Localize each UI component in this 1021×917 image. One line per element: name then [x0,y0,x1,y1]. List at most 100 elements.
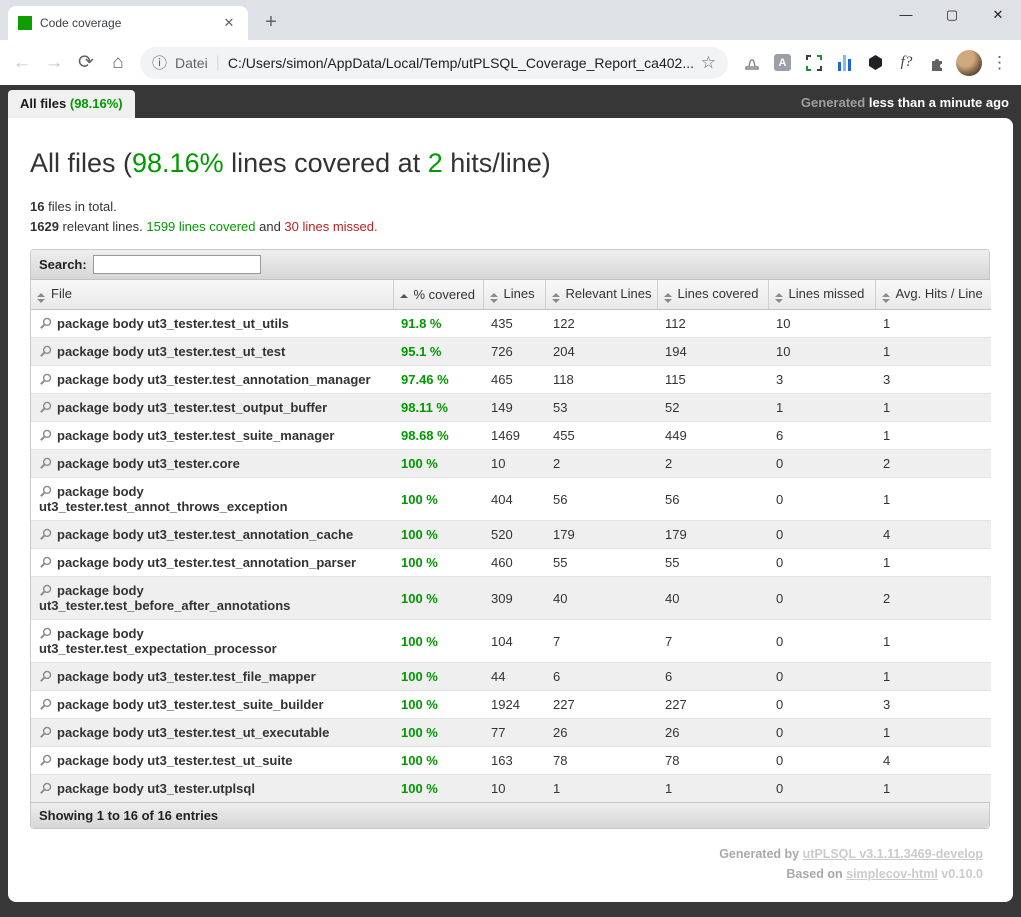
report-card: All files (98.16% lines covered at 2 hit… [8,118,1013,902]
file-link[interactable]: package body ut3_tester.test_ut_utils [31,310,393,338]
file-link[interactable]: package body ut3_tester.test_ut_suite [31,747,393,775]
file-link[interactable]: package body ut3_tester.test_before_afte… [31,577,393,620]
refresh-icon[interactable]: ⟳ [72,49,100,77]
files-total-line: 16 files in total. [30,197,991,217]
numeric-cell: 179 [657,521,768,549]
generated-timestamp: Generated less than a minute ago [801,95,1021,118]
column-header--covered[interactable]: % covered [393,280,483,310]
numeric-cell: 56 [657,478,768,521]
stamp-extension-icon[interactable] [738,49,765,76]
percent-covered-cell: 98.11 % [393,394,483,422]
coverage-table-body: package body ut3_tester.test_ut_utils 91.… [31,310,991,803]
column-header-lines-covered[interactable]: Lines covered [657,280,768,310]
file-link[interactable]: package body ut3_tester.test_ut_executab… [31,719,393,747]
file-link[interactable]: package body ut3_tester.test_expectation… [31,620,393,663]
forward-icon[interactable]: → [40,49,68,77]
numeric-cell: 3 [768,366,875,394]
file-link[interactable]: package body ut3_tester.test_output_buff… [31,394,393,422]
table-row: package body ut3_tester.test_annotation_… [31,366,991,394]
all-files-tab-percent: (98.16%) [70,96,123,111]
profile-avatar[interactable] [955,49,982,76]
percent-covered-cell: 100 % [393,719,483,747]
numeric-cell: 40 [657,577,768,620]
sort-both-icon [775,293,783,303]
coverage-table: File% coveredLinesRelevant LinesLines co… [31,280,991,802]
window-controls: — ▢ ✕ [883,0,1021,30]
numeric-cell: 0 [768,747,875,775]
file-link[interactable]: package body ut3_tester.test_suite_build… [31,691,393,719]
file-link[interactable]: package body ut3_tester.test_annotation_… [31,366,393,394]
column-header-avg-hits-line[interactable]: Avg. Hits / Line [875,280,991,310]
numeric-cell: 26 [657,719,768,747]
column-header-relevant-lines[interactable]: Relevant Lines [545,280,657,310]
protocol-label: Datei [175,55,208,71]
file-link[interactable]: package body ut3_tester.test_suite_manag… [31,422,393,450]
search-input[interactable] [93,255,261,274]
file-link[interactable]: package body ut3_tester.test_ut_test [31,338,393,366]
file-link[interactable]: package body ut3_tester.test_annotation_… [31,549,393,577]
percent-covered-cell: 91.8 % [393,310,483,338]
extensions-puzzle-icon[interactable] [924,49,951,76]
numeric-cell: 460 [483,549,545,577]
new-tab-button[interactable]: + [258,11,284,34]
magnifier-icon [39,485,52,498]
all-files-tab-label: All files [20,96,70,111]
browser-tab[interactable]: Code coverage ✕ [8,6,248,40]
table-row: package body ut3_tester.utplsql100 %1011… [31,775,991,803]
table-row: package body ut3_tester.test_ut_test95.1… [31,338,991,366]
numeric-cell: 56 [545,478,657,521]
numeric-cell: 0 [768,478,875,521]
numeric-cell: 1 [875,620,991,663]
file-link[interactable]: package body ut3_tester.test_annotation_… [31,521,393,549]
column-header-file[interactable]: File [31,280,393,310]
cube-extension-icon[interactable] [862,49,889,76]
numeric-cell: 1 [875,394,991,422]
screenshot-frame-icon[interactable] [800,49,827,76]
numeric-cell: 6 [545,663,657,691]
generated-by-line: Generated by utPLSQL v3.1.11.3469-develo… [719,844,983,864]
magnifier-icon [39,373,52,386]
table-row: package body ut3_tester.test_suite_build… [31,691,991,719]
table-row: package body ut3_tester.test_before_afte… [31,577,991,620]
numeric-cell: 52 [657,394,768,422]
numeric-cell: 6 [768,422,875,450]
browser-menu-icon[interactable]: ⋮ [986,49,1013,76]
numeric-cell: 4 [875,747,991,775]
sort-both-icon [882,293,890,303]
sort-asc-icon [400,294,408,298]
numeric-cell: 40 [545,577,657,620]
all-files-tab[interactable]: All files (98.16%) [8,90,135,118]
file-link[interactable]: package body ut3_tester.test_file_mapper [31,663,393,691]
numeric-cell: 404 [483,478,545,521]
address-bar[interactable]: ⓘ Datei | C:/Users/simon/AppData/Local/T… [140,47,728,79]
sort-both-icon [664,293,672,303]
search-label: Search: [39,257,87,272]
utplsql-link[interactable]: utPLSQL v3.1.11.3469-develop [803,847,983,861]
lines-summary-line: 1629 relevant lines. 1599 lines covered … [30,217,991,237]
file-link[interactable]: package body ut3_tester.core [31,450,393,478]
minimize-button[interactable]: — [883,0,929,30]
function-extension-icon[interactable]: f? [893,49,920,76]
home-icon[interactable]: ⌂ [104,49,132,77]
tab-close-icon[interactable]: ✕ [220,14,238,32]
url-text[interactable]: C:/Users/simon/AppData/Local/Temp/utPLSQ… [228,55,693,71]
column-header-lines-missed[interactable]: Lines missed [768,280,875,310]
file-link[interactable]: package body ut3_tester.utplsql [31,775,393,803]
numeric-cell: 10 [483,775,545,803]
table-row: package body ut3_tester.test_annotation_… [31,521,991,549]
bar-chart-extension-icon[interactable] [831,49,858,76]
column-header-lines[interactable]: Lines [483,280,545,310]
sort-both-icon [490,293,498,303]
info-icon[interactable]: ⓘ [152,52,167,73]
numeric-cell: 1 [768,394,875,422]
numeric-cell: 0 [768,691,875,719]
pdf-extension-icon[interactable]: A [769,49,796,76]
bookmark-star-icon[interactable]: ☆ [701,53,716,73]
maximize-button[interactable]: ▢ [929,0,975,30]
file-name: package body ut3_tester.test_ut_utils [57,316,289,331]
file-link[interactable]: package body ut3_tester.test_annot_throw… [31,478,393,521]
close-button[interactable]: ✕ [975,0,1021,30]
simplecov-link[interactable]: simplecov-html [846,867,938,881]
back-icon[interactable]: ← [8,49,36,77]
percent-covered-cell: 100 % [393,549,483,577]
